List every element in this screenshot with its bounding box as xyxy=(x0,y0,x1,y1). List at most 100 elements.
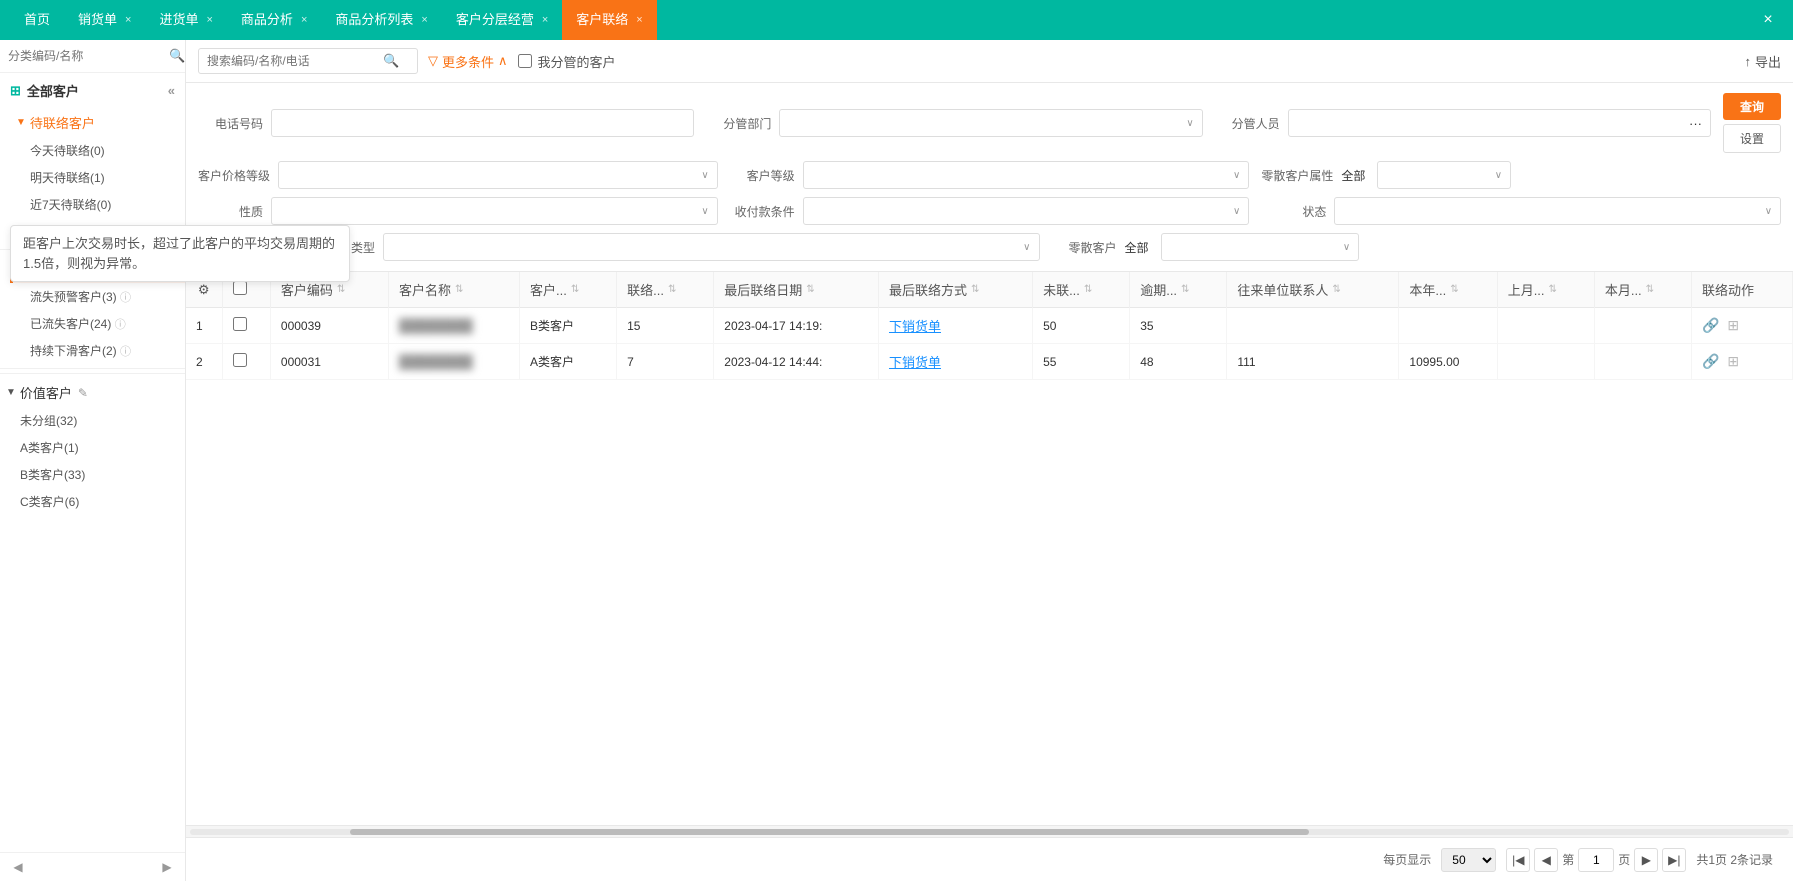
th-overdue: 逾期...⇅ xyxy=(1130,272,1227,308)
row-index: 2 xyxy=(186,344,222,380)
my-customers-checkbox[interactable] xyxy=(518,54,532,68)
more-conditions-button[interactable]: ▽ 更多条件 ∧ xyxy=(428,52,508,71)
first-page-button[interactable]: |◀ xyxy=(1506,848,1530,872)
arrow-down-icon: ▼ xyxy=(16,117,26,128)
sidebar-scroll-left-icon[interactable]: ◀ xyxy=(8,857,28,877)
filter-payment-select[interactable]: ∨ xyxy=(803,197,1250,225)
nav-purchase-order[interactable]: 进货单 × xyxy=(145,0,226,40)
page-size-select[interactable]: 50 20 100 200 xyxy=(1441,848,1496,872)
last-page-button[interactable]: ▶| xyxy=(1662,848,1686,872)
value-customers-header[interactable]: ▼ 价值客户 ✎ xyxy=(0,378,185,407)
row-checkbox-cell xyxy=(222,344,270,380)
close-customer-contact-icon[interactable]: × xyxy=(636,0,642,40)
window-close-button[interactable]: × xyxy=(1753,5,1783,35)
sidebar-item-tomorrow[interactable]: 明天待联络(1) xyxy=(10,164,185,191)
sidebar-item-class-c[interactable]: C类客户(6) xyxy=(0,488,185,515)
contact-method-link[interactable]: 下销货单 xyxy=(889,355,941,370)
row-code: 000031 xyxy=(270,344,388,380)
contact-method-link[interactable]: 下销货单 xyxy=(889,319,941,334)
row-this-month xyxy=(1594,344,1691,380)
row-last-month xyxy=(1497,308,1594,344)
row-link-icon[interactable]: 🔗 xyxy=(1702,317,1719,334)
row-actions: 🔗 ⊞ xyxy=(1691,344,1792,380)
export-button[interactable]: ↑ 导出 xyxy=(1744,52,1781,71)
sidebar-item-churn-warning[interactable]: 流失预警客户(3) ⓘ xyxy=(10,283,185,310)
row-checkbox[interactable] xyxy=(233,353,247,367)
th-this-year: 本年...⇅ xyxy=(1399,272,1497,308)
filter-level-select[interactable]: ∨ xyxy=(803,161,1250,189)
horizontal-scrollbar[interactable] xyxy=(186,825,1793,837)
filter-label-dept: 分管部门 xyxy=(706,115,771,132)
select-all-checkbox[interactable] xyxy=(233,281,247,295)
sidebar-item-class-b[interactable]: B类客户(33) xyxy=(0,461,185,488)
close-sales-order-icon[interactable]: × xyxy=(125,0,131,40)
nav-product-analysis[interactable]: 商品分析 × xyxy=(227,0,321,40)
sort-type-icon[interactable]: ⇅ xyxy=(571,284,579,295)
filter-status-select[interactable]: ∨ xyxy=(1334,197,1781,225)
sort-date-icon[interactable]: ⇅ xyxy=(806,284,814,295)
sort-uncontacted-icon[interactable]: ⇅ xyxy=(1084,284,1092,295)
total-records-label: 共1页 2条记录 xyxy=(1696,851,1773,868)
table-settings-icon[interactable]: ⚙ xyxy=(198,282,210,297)
value-group-edit-icon[interactable]: ✎ xyxy=(78,386,88,400)
sidebar-search-input[interactable] xyxy=(8,49,163,63)
search-input[interactable] xyxy=(207,54,377,68)
sidebar-item-7days[interactable]: 近7天待联络(0) xyxy=(10,191,185,218)
sort-overdue-icon[interactable]: ⇅ xyxy=(1181,284,1189,295)
filter-retail-attr-select[interactable]: ∨ xyxy=(1377,161,1511,189)
sort-contacts-icon[interactable]: ⇅ xyxy=(1332,284,1340,295)
waiting-contact-group-header[interactable]: ▼ 待联络客户 xyxy=(10,108,185,137)
query-button[interactable]: 查询 xyxy=(1723,93,1781,120)
prev-page-button[interactable]: ◀ xyxy=(1534,848,1558,872)
all-customers-header[interactable]: ⊞ 全部客户 « xyxy=(0,73,185,108)
sidebar-search-icon[interactable]: 🔍 xyxy=(169,48,185,64)
row-customer-type: B类客户 xyxy=(519,308,616,344)
filter-cell-retail-customer: 零散客户 全部 ∨ xyxy=(1052,233,1782,261)
sidebar-collapse-icon[interactable]: « xyxy=(168,83,175,98)
close-customer-segmentation-icon[interactable]: × xyxy=(542,0,548,40)
info-icon4: ⓘ xyxy=(120,346,131,358)
filter-retail-customer-select[interactable]: ∨ xyxy=(1161,233,1360,261)
sort-contact-icon[interactable]: ⇅ xyxy=(668,284,676,295)
next-page-button[interactable]: ▶ xyxy=(1634,848,1658,872)
nav-sales-order[interactable]: 销货单 × xyxy=(64,0,145,40)
th-last-contact-method: 最后联络方式⇅ xyxy=(878,272,1032,308)
filter-customer-type-select[interactable]: ∨ xyxy=(383,233,1040,261)
row-contact-count: 7 xyxy=(617,344,714,380)
nav-customer-contact[interactable]: 客户联络 × xyxy=(562,0,656,40)
page-number-input[interactable] xyxy=(1578,848,1614,872)
close-purchase-order-icon[interactable]: × xyxy=(206,0,212,40)
search-icon[interactable]: 🔍 xyxy=(383,53,399,69)
settings-button[interactable]: 设置 xyxy=(1723,124,1781,153)
row-checkbox[interactable] xyxy=(233,317,247,331)
filter-label-price-level: 客户价格等级 xyxy=(198,167,270,184)
sort-this-year-icon[interactable]: ⇅ xyxy=(1450,284,1458,295)
sort-code-icon[interactable]: ⇅ xyxy=(337,284,345,295)
sidebar-item-ungrouped[interactable]: 未分组(32) xyxy=(0,407,185,434)
sidebar-item-declining[interactable]: 持续下滑客户(2) ⓘ xyxy=(10,337,185,364)
filter-person-select[interactable]: ··· xyxy=(1288,109,1711,137)
row-grid-icon[interactable]: ⊞ xyxy=(1727,353,1739,370)
chevron-up-icon: ∧ xyxy=(498,53,508,69)
sidebar-item-class-a[interactable]: A类客户(1) xyxy=(0,434,185,461)
sort-method-icon[interactable]: ⇅ xyxy=(971,284,979,295)
sort-last-month-icon[interactable]: ⇅ xyxy=(1549,284,1557,295)
row-link-icon[interactable]: 🔗 xyxy=(1702,353,1719,370)
close-product-analysis-list-icon[interactable]: × xyxy=(421,0,427,40)
page-goto-label: 第 xyxy=(1562,851,1574,868)
filter-dept-select[interactable]: ∨ xyxy=(779,109,1202,137)
nav-home[interactable]: 首页 xyxy=(10,0,64,40)
nav-customer-segmentation[interactable]: 客户分层经营 × xyxy=(442,0,562,40)
sidebar-item-churned[interactable]: 已流失客户(24) ⓘ xyxy=(10,310,185,337)
filter-nature-select[interactable]: ∨ xyxy=(271,197,718,225)
row-grid-icon[interactable]: ⊞ xyxy=(1727,317,1739,334)
filter-price-level-select[interactable]: ∨ xyxy=(278,161,718,189)
filter-phone-input[interactable] xyxy=(271,109,694,137)
sidebar-item-today[interactable]: 今天待联络(0) xyxy=(10,137,185,164)
table-area: ⚙ 客户编码⇅ 客户名称⇅ 客 xyxy=(186,272,1793,881)
sidebar-scroll-right-icon[interactable]: ▶ xyxy=(157,857,177,877)
close-product-analysis-icon[interactable]: × xyxy=(301,0,307,40)
sort-name-icon[interactable]: ⇅ xyxy=(455,284,463,295)
nav-product-analysis-list[interactable]: 商品分析列表 × xyxy=(321,0,441,40)
sort-this-month-icon[interactable]: ⇅ xyxy=(1646,284,1654,295)
